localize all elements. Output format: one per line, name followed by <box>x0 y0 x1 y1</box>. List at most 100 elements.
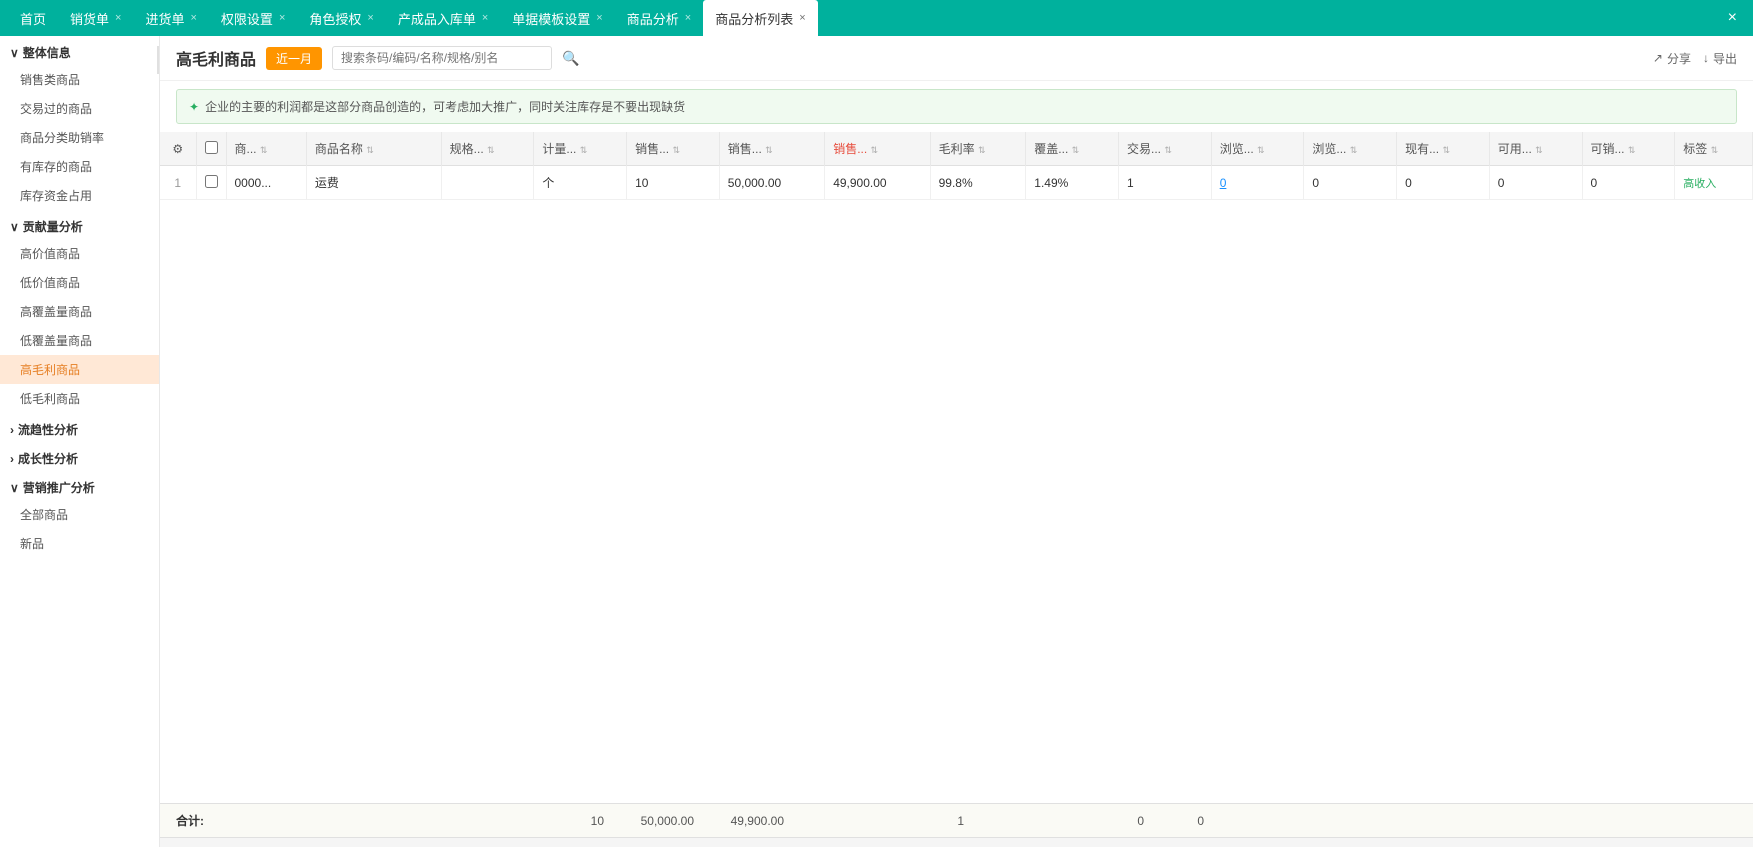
tab-analysis[interactable]: 商品分析 × <box>615 0 703 36</box>
close-tab-7[interactable]: × <box>685 12 691 24</box>
row-sellable: 0 <box>1582 166 1675 200</box>
col-settings[interactable]: ⚙ <box>160 132 196 166</box>
row-select-checkbox[interactable] <box>205 175 218 188</box>
tab-sales-order[interactable]: 销货单 × <box>58 0 133 36</box>
horizontal-scrollbar[interactable] <box>160 837 1753 847</box>
close-tab-3[interactable]: × <box>279 12 285 24</box>
footer-coverage <box>844 814 904 828</box>
content-header: 高毛利商品 近一月 🔍 ↗ 分享 ↓ 导出 <box>160 36 1753 81</box>
close-window-button[interactable]: × <box>1720 9 1745 27</box>
sidebar-item-in-stock[interactable]: 有库存的商品 <box>0 152 159 181</box>
col-name[interactable]: 商品名称 ⇅ <box>306 132 441 166</box>
sidebar-item-category-rate[interactable]: 商品分类助销率 <box>0 123 159 152</box>
table-footer: 合计: 10 50,000.00 49,900.00 1 0 0 <box>160 803 1753 837</box>
col-sellable[interactable]: 可销... ⇅ <box>1582 132 1675 166</box>
col-tag[interactable]: 标签 ⇅ <box>1675 132 1753 166</box>
sidebar-group-trend[interactable]: › 流趋性分析 <box>0 413 159 442</box>
close-tab-2[interactable]: × <box>190 12 196 24</box>
sort-icon-16: ⇅ <box>1711 145 1719 155</box>
sidebar-group-marketing[interactable]: ∨ 营销推广分析 <box>0 471 159 500</box>
sidebar-item-inventory-fund[interactable]: 库存资金占用 <box>0 181 159 210</box>
sidebar-item-new-goods[interactable]: 新品 <box>0 529 159 558</box>
row-sale-amount: 50,000.00 <box>719 166 824 200</box>
sort-icon-11: ⇅ <box>1257 145 1265 155</box>
close-tab-4[interactable]: × <box>367 12 373 24</box>
footer-browse1 <box>964 814 1024 828</box>
tab-role[interactable]: 角色授权 × <box>297 0 385 36</box>
sidebar-item-high-coverage[interactable]: 高覆盖量商品 <box>0 297 159 326</box>
row-name: 运费 <box>306 166 441 200</box>
sidebar-item-low-value[interactable]: 低价值商品 <box>0 268 159 297</box>
tab-template[interactable]: 单据模板设置 × <box>500 0 614 36</box>
sidebar-group-contribution[interactable]: ∨ 贡献量分析 <box>0 210 159 239</box>
close-tab-6[interactable]: × <box>596 12 602 24</box>
sidebar-item-traded-goods[interactable]: 交易过的商品 <box>0 94 159 123</box>
sort-icon-15: ⇅ <box>1628 145 1636 155</box>
row-checkbox[interactable] <box>196 166 226 200</box>
col-sale-amount[interactable]: 销售... ⇅ <box>719 132 824 166</box>
row-spec <box>441 166 534 200</box>
chevron-down-icon-3: ∨ <box>10 481 19 495</box>
top-nav: 首页 销货单 × 进货单 × 权限设置 × 角色授权 × 产成品入库单 × 单据… <box>0 0 1753 36</box>
sidebar-group-growth[interactable]: › 成长性分析 <box>0 442 159 471</box>
data-table-container[interactable]: ⚙ 商... ⇅ 商品名称 ⇅ <box>160 132 1753 803</box>
main-layout: « ∨ 整体信息 销售类商品 交易过的商品 商品分类助销率 有库存的商品 库存资… <box>0 36 1753 847</box>
share-button[interactable]: ↗ 分享 <box>1653 50 1691 67</box>
tab-purchase[interactable]: 进货单 × <box>133 0 208 36</box>
sidebar-group-overall[interactable]: ∨ 整体信息 <box>0 36 159 65</box>
tab-home[interactable]: 首页 <box>8 0 58 36</box>
sort-icon-3: ⇅ <box>487 145 495 155</box>
col-coverage[interactable]: 覆盖... ⇅ <box>1026 132 1119 166</box>
settings-icon[interactable]: ⚙ <box>172 142 183 156</box>
tab-permission[interactable]: 权限设置 × <box>209 0 297 36</box>
footer-available: 0 <box>1144 814 1204 828</box>
row-browse2: 0 <box>1304 166 1397 200</box>
col-trade[interactable]: 交易... ⇅ <box>1118 132 1211 166</box>
close-tab-5[interactable]: × <box>482 12 488 24</box>
row-coverage: 1.49% <box>1026 166 1119 200</box>
col-unit[interactable]: 计量... ⇅ <box>534 132 627 166</box>
sort-icon-6: ⇅ <box>765 145 773 155</box>
col-checkbox[interactable] <box>196 132 226 166</box>
footer-browse2 <box>1024 814 1084 828</box>
sort-icon: ⇅ <box>260 145 268 155</box>
row-browse1[interactable]: 0 <box>1211 166 1304 200</box>
close-tab-8[interactable]: × <box>799 12 805 24</box>
sort-icon-12: ⇅ <box>1350 145 1358 155</box>
footer-sale-qty: 10 <box>544 814 604 828</box>
tab-production[interactable]: 产成品入库单 × <box>386 0 500 36</box>
row-sale-qty: 10 <box>627 166 720 200</box>
filter-recent-month-button[interactable]: 近一月 <box>266 47 322 70</box>
sidebar-item-sales-goods[interactable]: 销售类商品 <box>0 65 159 94</box>
sidebar-collapse-button[interactable]: « <box>157 46 160 74</box>
select-all-checkbox[interactable] <box>205 141 218 154</box>
info-icon: ✦ <box>189 100 199 114</box>
close-tab-1[interactable]: × <box>115 12 121 24</box>
chevron-right-icon-2: › <box>10 452 14 466</box>
share-icon: ↗ <box>1653 51 1663 65</box>
col-spec[interactable]: 规格... ⇅ <box>441 132 534 166</box>
row-trade: 1 <box>1118 166 1211 200</box>
sort-icon-5: ⇅ <box>672 145 680 155</box>
sidebar-item-all-goods[interactable]: 全部商品 <box>0 500 159 529</box>
col-gross-margin[interactable]: 毛利率 ⇅ <box>930 132 1026 166</box>
col-sale-qty[interactable]: 销售... ⇅ <box>627 132 720 166</box>
search-input[interactable] <box>332 46 552 70</box>
sidebar-item-high-value[interactable]: 高价值商品 <box>0 239 159 268</box>
col-sale-profit[interactable]: 销售... ⇅ <box>825 132 930 166</box>
col-available[interactable]: 可用... ⇅ <box>1489 132 1582 166</box>
sidebar-item-high-margin[interactable]: 高毛利商品 <box>0 355 159 384</box>
sidebar-item-low-margin[interactable]: 低毛利商品 <box>0 384 159 413</box>
row-sale-profit: 49,900.00 <box>825 166 930 200</box>
sidebar-item-low-coverage[interactable]: 低覆盖量商品 <box>0 326 159 355</box>
search-button[interactable]: 🔍 <box>562 50 579 67</box>
col-code[interactable]: 商... ⇅ <box>226 132 306 166</box>
tab-analysis-list[interactable]: 商品分析列表 × <box>703 0 817 36</box>
footer-sale-amount: 50,000.00 <box>604 814 694 828</box>
chevron-down-icon: ∨ <box>10 46 19 60</box>
col-browse1[interactable]: 浏览... ⇅ <box>1211 132 1304 166</box>
col-current-stock[interactable]: 现有... ⇅ <box>1397 132 1490 166</box>
chevron-right-icon: › <box>10 423 14 437</box>
export-button[interactable]: ↓ 导出 <box>1703 50 1737 67</box>
col-browse2[interactable]: 浏览... ⇅ <box>1304 132 1397 166</box>
